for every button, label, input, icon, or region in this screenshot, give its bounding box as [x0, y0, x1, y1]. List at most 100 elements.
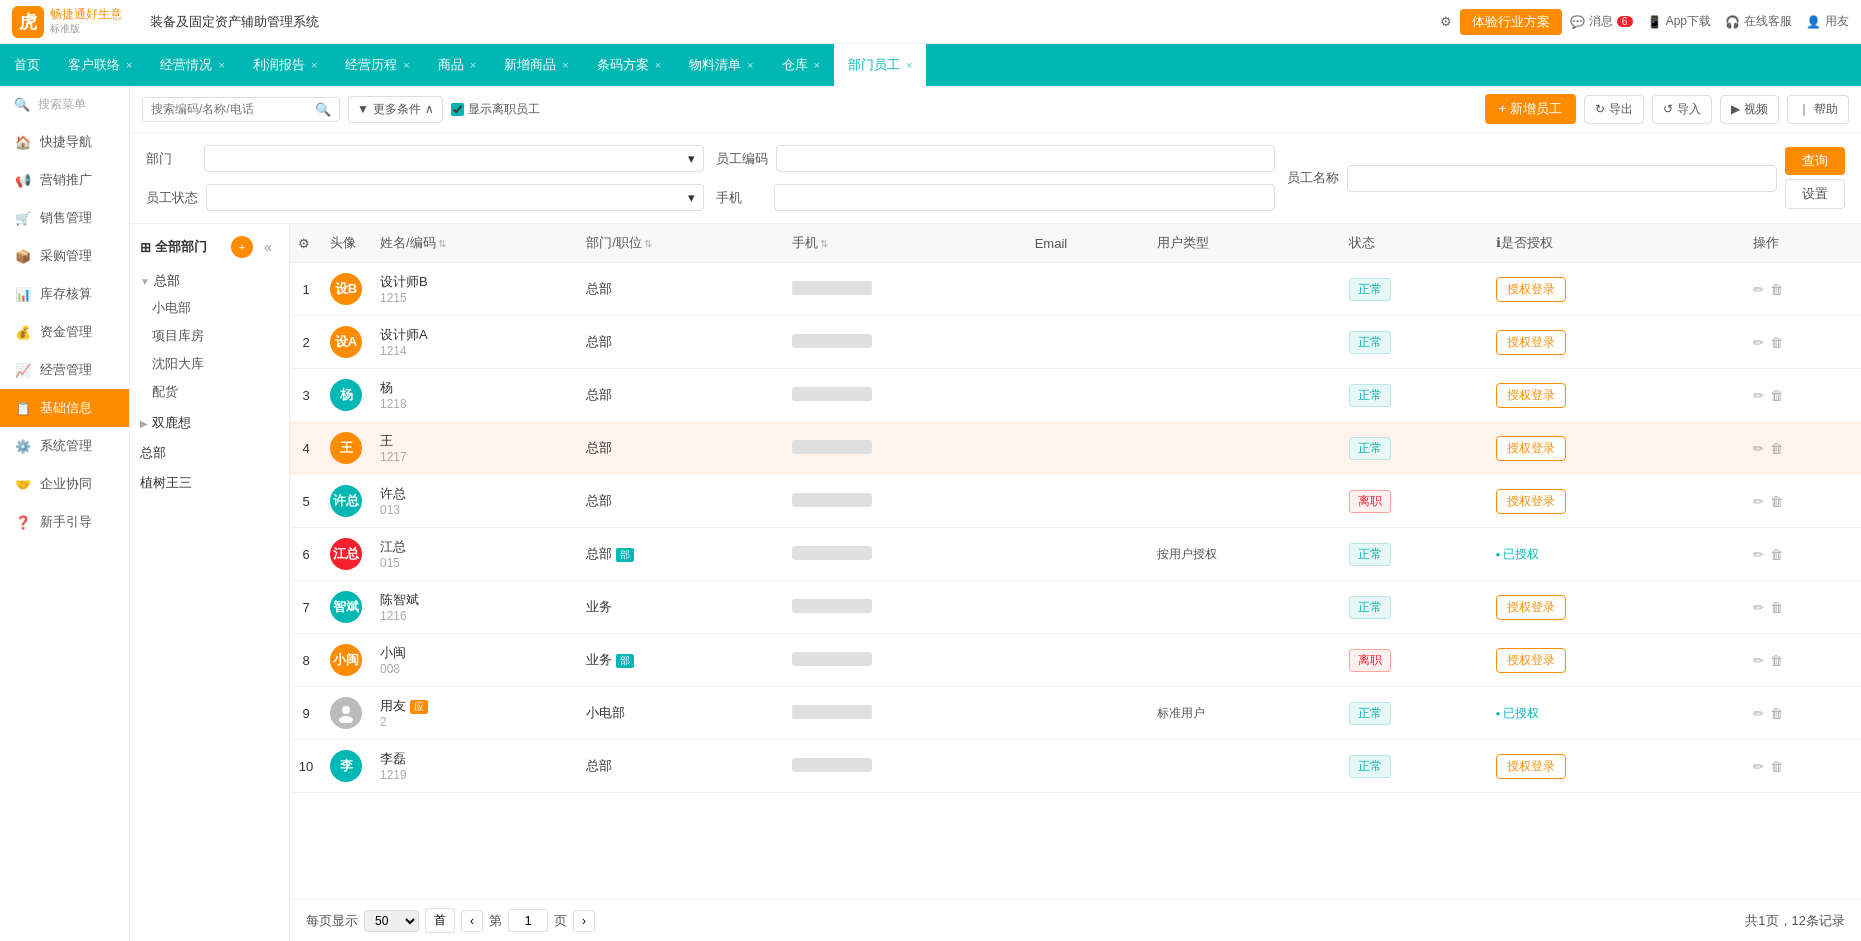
tab-goods[interactable]: 商品×: [424, 44, 490, 86]
edit-icon[interactable]: ✏: [1753, 441, 1764, 456]
help-button[interactable]: ｜ 帮助: [1787, 95, 1849, 124]
sidebar-item-basic[interactable]: 📋 基础信息: [0, 389, 129, 427]
tab-dept[interactable]: 部门员工×: [834, 44, 926, 86]
dept-item-shenyang[interactable]: 沈阳大库: [130, 350, 289, 378]
delete-icon[interactable]: 🗑: [1770, 547, 1783, 562]
tab-history[interactable]: 经营历程×: [331, 44, 423, 86]
user-btn[interactable]: 👤 用友: [1806, 13, 1849, 30]
first-page-btn[interactable]: 首: [425, 908, 455, 933]
auth-login-button[interactable]: 授权登录: [1496, 383, 1566, 408]
edit-icon[interactable]: ✏: [1753, 759, 1764, 774]
delete-icon[interactable]: 🗑: [1770, 706, 1783, 721]
more-filters-btn[interactable]: ▼ 更多条件 ∧: [348, 96, 443, 123]
tab-home[interactable]: 首页: [0, 44, 54, 86]
tab-material[interactable]: 物料清单×: [675, 44, 767, 86]
phone-input[interactable]: [774, 184, 1274, 211]
dept-group-label-zhishu[interactable]: 植树王三: [130, 470, 289, 496]
delete-icon[interactable]: 🗑: [1770, 388, 1783, 403]
close-icon[interactable]: ×: [814, 59, 820, 71]
per-page-select[interactable]: 50 100: [364, 910, 419, 932]
delete-icon[interactable]: 🗑: [1770, 653, 1783, 668]
tab-warehouse[interactable]: 仓库×: [768, 44, 834, 86]
show-resigned-checkbox-label[interactable]: 显示离职员工: [451, 101, 540, 118]
tab-business[interactable]: 经营情况×: [146, 44, 238, 86]
online-service-btn[interactable]: 🎧 在线客服: [1725, 13, 1792, 30]
auth-login-button[interactable]: 授权登录: [1496, 754, 1566, 779]
tab-newgoods[interactable]: 新增商品×: [490, 44, 582, 86]
view-button[interactable]: ▶ 视频: [1720, 95, 1779, 124]
dept-collapse-btn[interactable]: «: [257, 236, 279, 258]
close-icon[interactable]: ×: [747, 59, 753, 71]
search-submit-icon[interactable]: 🔍: [315, 102, 331, 117]
close-icon[interactable]: ×: [218, 59, 224, 71]
tab-profit[interactable]: 利润报告×: [239, 44, 331, 86]
edit-icon[interactable]: ✏: [1753, 388, 1764, 403]
dept-add-btn[interactable]: +: [231, 236, 253, 258]
empcode-input[interactable]: [776, 145, 1274, 172]
edit-icon[interactable]: ✏: [1753, 653, 1764, 668]
add-employee-button[interactable]: + 新增员工: [1485, 94, 1576, 124]
tab-barcode[interactable]: 条码方案×: [583, 44, 675, 86]
dept-group-label-shuanglu[interactable]: ▶ 双鹿想: [130, 410, 289, 436]
auth-login-button[interactable]: 授权登录: [1496, 648, 1566, 673]
import-button[interactable]: ↺ 导入: [1652, 95, 1712, 124]
edit-icon[interactable]: ✏: [1753, 335, 1764, 350]
edit-icon[interactable]: ✏: [1753, 706, 1764, 721]
th-dept[interactable]: 部门/职位⇅: [578, 224, 784, 263]
empname-input[interactable]: [1347, 165, 1777, 192]
edit-icon[interactable]: ✏: [1753, 600, 1764, 615]
sidebar-item-finance[interactable]: 💰 资金管理: [0, 313, 129, 351]
sidebar-search[interactable]: 🔍 搜索菜单: [0, 86, 129, 123]
dept-item-xiaodian[interactable]: 小电部: [130, 294, 289, 322]
delete-icon[interactable]: 🗑: [1770, 759, 1783, 774]
delete-icon[interactable]: 🗑: [1770, 441, 1783, 456]
sidebar-item-marketing[interactable]: 📢 营销推广: [0, 161, 129, 199]
sidebar-item-operation[interactable]: 📈 经营管理: [0, 351, 129, 389]
edit-icon[interactable]: ✏: [1753, 282, 1764, 297]
close-icon[interactable]: ×: [403, 59, 409, 71]
delete-icon[interactable]: 🗑: [1770, 282, 1783, 297]
close-icon[interactable]: ×: [655, 59, 661, 71]
edit-icon[interactable]: ✏: [1753, 547, 1764, 562]
status-select[interactable]: ▾: [206, 184, 704, 211]
dept-group-label-zb2[interactable]: 总部: [130, 440, 289, 466]
sidebar-item-quicknav[interactable]: 🏠 快捷导航: [0, 123, 129, 161]
close-icon[interactable]: ×: [906, 59, 912, 71]
export-button[interactable]: ↻ 导出: [1584, 95, 1644, 124]
edit-icon[interactable]: ✏: [1753, 494, 1764, 509]
prev-page-btn[interactable]: ‹: [461, 910, 483, 932]
tab-customer[interactable]: 客户联络×: [54, 44, 146, 86]
close-icon[interactable]: ×: [311, 59, 317, 71]
sidebar-item-collab[interactable]: 🤝 企业协同: [0, 465, 129, 503]
dept-all-btn[interactable]: ⊞ 全部部门: [140, 238, 207, 256]
sidebar-item-system[interactable]: ⚙️ 系统管理: [0, 427, 129, 465]
app-download-btn[interactable]: 📱 App下载: [1647, 13, 1711, 30]
sidebar-item-inventory[interactable]: 📊 库存核算: [0, 275, 129, 313]
close-icon[interactable]: ×: [562, 59, 568, 71]
search-input[interactable]: [151, 102, 311, 116]
close-icon[interactable]: ×: [470, 59, 476, 71]
delete-icon[interactable]: 🗑: [1770, 335, 1783, 350]
sidebar-item-sales[interactable]: 🛒 销售管理: [0, 199, 129, 237]
auth-login-button[interactable]: 授权登录: [1496, 277, 1566, 302]
dept-item-xiangmu[interactable]: 项目库房: [130, 322, 289, 350]
close-icon[interactable]: ×: [126, 59, 132, 71]
th-phone[interactable]: 手机⇅: [784, 224, 1026, 263]
dept-item-peihuo[interactable]: 配货: [130, 378, 289, 406]
delete-icon[interactable]: 🗑: [1770, 494, 1783, 509]
auth-login-button[interactable]: 授权登录: [1496, 330, 1566, 355]
sidebar-item-guide[interactable]: ❓ 新手引导: [0, 503, 129, 541]
auth-login-button[interactable]: 授权登录: [1496, 436, 1566, 461]
sidebar-item-purchase[interactable]: 📦 采购管理: [0, 237, 129, 275]
dept-select[interactable]: ▾: [204, 145, 704, 172]
auth-login-button[interactable]: 授权登录: [1496, 595, 1566, 620]
delete-icon[interactable]: 🗑: [1770, 600, 1783, 615]
search-btn[interactable]: 查询: [1785, 147, 1845, 175]
next-page-btn[interactable]: ›: [573, 910, 595, 932]
page-input[interactable]: [508, 909, 548, 932]
auth-login-button[interactable]: 授权登录: [1496, 489, 1566, 514]
reset-btn[interactable]: 设置: [1785, 179, 1845, 209]
dept-group-label-zongbu[interactable]: ▼ 总部: [130, 268, 289, 294]
th-settings[interactable]: ⚙: [290, 224, 322, 263]
th-name[interactable]: 姓名/编码⇅: [372, 224, 578, 263]
